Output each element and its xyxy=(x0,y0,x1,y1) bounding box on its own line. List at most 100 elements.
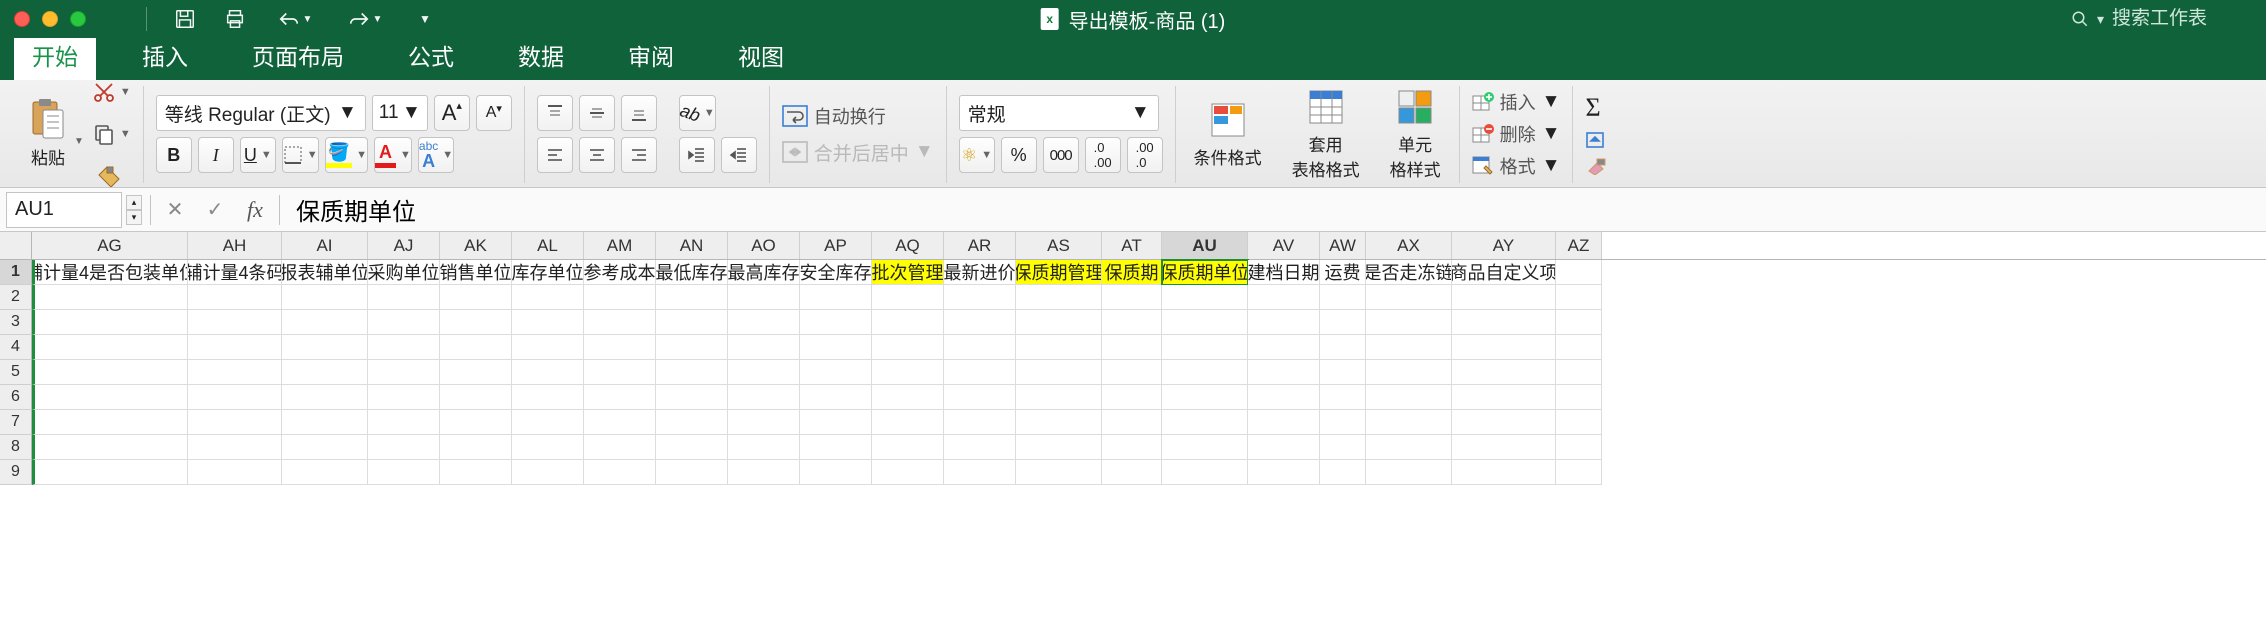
cell-AL5[interactable] xyxy=(512,360,584,385)
minimize-window-button[interactable] xyxy=(42,11,58,27)
cell-AT9[interactable] xyxy=(1102,460,1162,485)
cell-AQ4[interactable] xyxy=(872,335,944,360)
column-header-AK[interactable]: AK xyxy=(440,232,512,259)
row-header-9[interactable]: 9 xyxy=(0,460,32,485)
cell-AI8[interactable] xyxy=(282,435,368,460)
column-header-AL[interactable]: AL xyxy=(512,232,584,259)
cell-AS4[interactable] xyxy=(1016,335,1102,360)
cell-AS5[interactable] xyxy=(1016,360,1102,385)
column-header-AQ[interactable]: AQ xyxy=(872,232,944,259)
cancel-formula-button[interactable]: ✕ xyxy=(155,192,195,228)
cell-AK8[interactable] xyxy=(440,435,512,460)
cell-AI1[interactable]: 报表辅单位 xyxy=(282,260,368,285)
cell-AH8[interactable] xyxy=(188,435,282,460)
wrap-text-button[interactable]: 自动换行 xyxy=(782,103,886,129)
cell-AY2[interactable] xyxy=(1452,285,1556,310)
cell-AL2[interactable] xyxy=(512,285,584,310)
cell-AO3[interactable] xyxy=(728,310,800,335)
cell-AR7[interactable] xyxy=(944,410,1016,435)
select-all-corner[interactable] xyxy=(0,232,32,259)
undo-button[interactable]: ▼ xyxy=(273,7,317,31)
cell-AR4[interactable] xyxy=(944,335,1016,360)
cell-AI2[interactable] xyxy=(282,285,368,310)
align-center-button[interactable] xyxy=(579,137,615,173)
cell-AQ3[interactable] xyxy=(872,310,944,335)
cell-AW3[interactable] xyxy=(1320,310,1366,335)
phonetic-button[interactable]: abcA▼ xyxy=(418,137,454,173)
cell-AW7[interactable] xyxy=(1320,410,1366,435)
column-header-AG[interactable]: AG xyxy=(32,232,188,259)
cell-AJ7[interactable] xyxy=(368,410,440,435)
cell-AQ7[interactable] xyxy=(872,410,944,435)
cell-AT8[interactable] xyxy=(1102,435,1162,460)
cell-AH5[interactable] xyxy=(188,360,282,385)
row-header-2[interactable]: 2 xyxy=(0,285,32,310)
cell-AI6[interactable] xyxy=(282,385,368,410)
column-header-AZ[interactable]: AZ xyxy=(1556,232,1602,259)
cell-AU8[interactable] xyxy=(1162,435,1248,460)
cell-AS1[interactable]: 保质期管理 xyxy=(1016,260,1102,285)
tab-formulas[interactable]: 公式 xyxy=(390,32,472,80)
cell-AY7[interactable] xyxy=(1452,410,1556,435)
cell-AQ6[interactable] xyxy=(872,385,944,410)
cell-AI3[interactable] xyxy=(282,310,368,335)
cell-AN6[interactable] xyxy=(656,385,728,410)
cell-AN3[interactable] xyxy=(656,310,728,335)
fill-color-button[interactable]: 🪣▼ xyxy=(325,137,368,173)
cell-AL3[interactable] xyxy=(512,310,584,335)
cell-AH6[interactable] xyxy=(188,385,282,410)
cell-AP2[interactable] xyxy=(800,285,872,310)
cell-AY6[interactable] xyxy=(1452,385,1556,410)
cell-AO2[interactable] xyxy=(728,285,800,310)
cell-AL6[interactable] xyxy=(512,385,584,410)
cell-AO8[interactable] xyxy=(728,435,800,460)
insert-cells-button[interactable]: 插入▼ xyxy=(1472,89,1561,115)
delete-cells-button[interactable]: 删除▼ xyxy=(1472,121,1561,147)
align-left-button[interactable] xyxy=(537,137,573,173)
cell-AL4[interactable] xyxy=(512,335,584,360)
cell-AY1[interactable]: 商品自定义项 xyxy=(1452,260,1556,285)
cell-AR9[interactable] xyxy=(944,460,1016,485)
increase-font-button[interactable]: A▴ xyxy=(434,95,470,131)
cell-AU3[interactable] xyxy=(1162,310,1248,335)
cell-AI5[interactable] xyxy=(282,360,368,385)
format-cells-button[interactable]: 格式▼ xyxy=(1472,153,1561,179)
cell-AH2[interactable] xyxy=(188,285,282,310)
align-middle-button[interactable] xyxy=(579,95,615,131)
cell-AK5[interactable] xyxy=(440,360,512,385)
column-header-AU[interactable]: AU xyxy=(1162,232,1248,259)
cell-AM2[interactable] xyxy=(584,285,656,310)
italic-button[interactable]: I xyxy=(198,137,234,173)
cell-AH7[interactable] xyxy=(188,410,282,435)
row-header-3[interactable]: 3 xyxy=(0,310,32,335)
cell-AS2[interactable] xyxy=(1016,285,1102,310)
format-painter-button[interactable] xyxy=(92,158,128,194)
cell-AQ9[interactable] xyxy=(872,460,944,485)
chevron-down-icon[interactable]: ▼ xyxy=(74,136,84,147)
decrease-indent-button[interactable] xyxy=(679,137,715,173)
cell-AJ2[interactable] xyxy=(368,285,440,310)
cell-AR3[interactable] xyxy=(944,310,1016,335)
cell-AW9[interactable] xyxy=(1320,460,1366,485)
row-header-4[interactable]: 4 xyxy=(0,335,32,360)
cell-AP1[interactable]: 安全库存 xyxy=(800,260,872,285)
cell-AM6[interactable] xyxy=(584,385,656,410)
column-header-AY[interactable]: AY xyxy=(1452,232,1556,259)
cell-AW8[interactable] xyxy=(1320,435,1366,460)
cell-AN9[interactable] xyxy=(656,460,728,485)
tab-data[interactable]: 数据 xyxy=(500,32,582,80)
cell-AI7[interactable] xyxy=(282,410,368,435)
cell-AZ5[interactable] xyxy=(1556,360,1602,385)
cell-AP7[interactable] xyxy=(800,410,872,435)
row-header-8[interactable]: 8 xyxy=(0,435,32,460)
cell-AX2[interactable] xyxy=(1366,285,1452,310)
cell-AX6[interactable] xyxy=(1366,385,1452,410)
cell-AR6[interactable] xyxy=(944,385,1016,410)
cell-AJ6[interactable] xyxy=(368,385,440,410)
cut-button[interactable]: ▼ xyxy=(92,74,131,110)
cell-AK7[interactable] xyxy=(440,410,512,435)
cell-AG1[interactable]: 辅计量4是否包装单位 xyxy=(32,260,188,285)
autosum-button[interactable]: Σ xyxy=(1585,93,1600,123)
font-color-button[interactable]: A▼ xyxy=(374,137,412,173)
cell-AU9[interactable] xyxy=(1162,460,1248,485)
